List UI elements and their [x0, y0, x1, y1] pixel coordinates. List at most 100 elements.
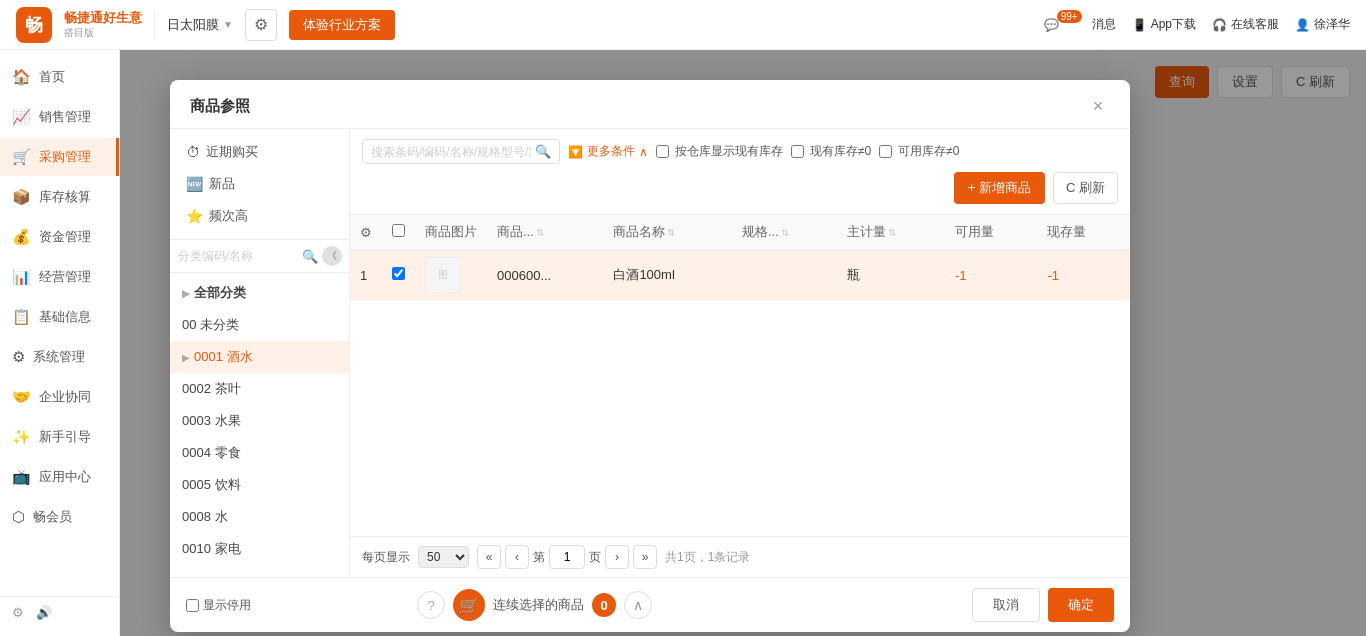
spec-sort-icon[interactable]: ⇅ — [781, 227, 789, 238]
sidebar-label-enterprise: 企业协同 — [39, 388, 91, 406]
available-stock-checkbox[interactable] — [879, 145, 892, 158]
new-product-label: 新品 — [209, 175, 235, 193]
help-button[interactable]: ? — [417, 591, 445, 619]
company-selector[interactable]: 日太阳膜 ▼ — [167, 16, 233, 34]
table-settings-icon[interactable]: ⚙ — [360, 225, 372, 240]
table-row[interactable]: 1 图 000600... 白酒100ml 瓶 -1 — [350, 250, 1130, 301]
sidebar-item-guide[interactable]: ✨ 新手引导 — [0, 418, 119, 456]
sidebar-item-sales[interactable]: 📈 销售管理 — [0, 98, 119, 136]
td-name: 白酒100ml — [603, 250, 732, 301]
sidebar-item-member[interactable]: ⬡ 畅会员 — [0, 498, 119, 536]
cancel-button[interactable]: 取消 — [972, 588, 1040, 622]
category-all[interactable]: ▶ 全部分类 — [170, 277, 349, 309]
high-frequency-label: 频次高 — [209, 207, 248, 225]
sidebar-item-enterprise[interactable]: 🤝 企业协同 — [0, 378, 119, 416]
navbar-right: 💬 99+ 消息 📱 App下载 🎧 在线客服 👤 徐泽华 — [1044, 16, 1350, 33]
available-stock-label: 可用库存≠0 — [898, 143, 959, 160]
selector-arrow-icon: ▼ — [223, 19, 233, 30]
service-icon: 🎧 — [1212, 18, 1227, 32]
category-search-input[interactable] — [178, 249, 298, 263]
sidebar-item-inventory[interactable]: 📦 库存核算 — [0, 178, 119, 216]
sales-icon: 📈 — [12, 108, 31, 126]
warehouse-filter-checkbox[interactable] — [656, 145, 669, 158]
prev-page-button[interactable]: ‹ — [505, 545, 529, 569]
settings-gear-icon[interactable]: ⚙ — [245, 9, 277, 41]
per-page-label: 每页显示 — [362, 549, 410, 566]
filter-arrow-icon: ∧ — [639, 145, 648, 159]
navbar: 畅 畅捷通好生意 搭目版 日太阳膜 ▼ ⚙ 体验行业方案 💬 99+ 消息 📱 … — [0, 0, 1366, 50]
product-table: ⚙ 商品图片 商品...⇅ 商品名称⇅ 规格...⇅ 主计量⇅ 可用量 现存量 — [350, 215, 1130, 301]
category-water[interactable]: 0008 水 — [170, 501, 349, 533]
sidebar-item-home[interactable]: 🏠 首页 — [0, 58, 119, 96]
service-label: 在线客服 — [1231, 16, 1279, 33]
new-product-btn[interactable]: 🆕 新品 — [178, 169, 341, 199]
product-search-icon[interactable]: 🔍 — [535, 144, 551, 159]
last-page-button[interactable]: » — [633, 545, 657, 569]
current-stock-checkbox[interactable] — [791, 145, 804, 158]
current-page-input[interactable] — [549, 545, 585, 569]
product-search-input[interactable] — [371, 145, 531, 159]
next-page-button[interactable]: › — [605, 545, 629, 569]
all-cat-arrow-icon: ▶ — [182, 288, 190, 299]
category-unclassified[interactable]: 00 未分类 — [170, 309, 349, 341]
collapse-button[interactable]: 《 — [322, 246, 342, 266]
user-profile-btn[interactable]: 👤 徐泽华 — [1295, 16, 1350, 33]
modal-close-button[interactable]: × — [1086, 94, 1110, 118]
th-check — [382, 215, 415, 250]
show-disabled-checkbox[interactable] — [186, 599, 199, 612]
company-name: 日太阳膜 — [167, 16, 219, 34]
category-appliance-label: 0010 家电 — [182, 540, 241, 558]
fold-button[interactable]: ∧ — [624, 591, 652, 619]
customer-service-btn[interactable]: 🎧 在线客服 — [1212, 16, 1279, 33]
message-icon: 💬 — [1044, 18, 1059, 32]
category-liquor[interactable]: ▶ 0001 酒水 — [170, 341, 349, 373]
settings-bottom-icon[interactable]: ⚙ — [12, 605, 24, 620]
th-name: 商品名称⇅ — [603, 215, 732, 250]
category-snacks[interactable]: 0004 零食 — [170, 437, 349, 469]
recent-purchase-btn[interactable]: ⏱ 近期购买 — [178, 137, 341, 167]
sidebar-item-finance[interactable]: 💰 资金管理 — [0, 218, 119, 256]
sidebar-item-purchase[interactable]: 🛒 采购管理 — [0, 138, 119, 176]
category-tea[interactable]: 0002 茶叶 — [170, 373, 349, 405]
row-checkbox[interactable] — [392, 267, 405, 280]
user-name: 徐泽华 — [1314, 16, 1350, 33]
continuous-select-label: 连续选择的商品 — [493, 596, 584, 614]
name-sort-icon[interactable]: ⇅ — [667, 227, 675, 238]
confirm-button[interactable]: 确定 — [1048, 588, 1114, 622]
category-search-icon[interactable]: 🔍 — [302, 249, 318, 264]
trial-button[interactable]: 体验行业方案 — [289, 10, 395, 40]
td-available: -1 — [945, 250, 1038, 301]
app-download-btn[interactable]: 📱 App下载 — [1132, 16, 1196, 33]
enterprise-icon: 🤝 — [12, 388, 31, 406]
messages-btn[interactable]: 💬 99+ 消息 — [1044, 16, 1116, 33]
table-body: 1 图 000600... 白酒100ml 瓶 -1 — [350, 250, 1130, 301]
more-filter-button[interactable]: 🔽 更多条件 ∧ — [568, 143, 648, 160]
high-frequency-btn[interactable]: ⭐ 频次高 — [178, 201, 341, 231]
purchase-icon: 🛒 — [12, 148, 31, 166]
th-available: 可用量 — [945, 215, 1038, 250]
main-layout: 🏠 首页 📈 销售管理 🛒 采购管理 📦 库存核算 💰 资金管理 📊 经营管理 … — [0, 50, 1366, 636]
code-sort-icon[interactable]: ⇅ — [536, 227, 544, 238]
page-suffix: 页 — [589, 549, 601, 566]
unit-sort-icon[interactable]: ⇅ — [888, 227, 896, 238]
sidebar-item-basic-info[interactable]: 📋 基础信息 — [0, 298, 119, 336]
category-drinks[interactable]: 0005 饮料 — [170, 469, 349, 501]
per-page-select[interactable]: 50 20 100 — [418, 546, 469, 568]
sidebar-item-operations[interactable]: 📊 经营管理 — [0, 258, 119, 296]
category-appliance[interactable]: 0010 家电 — [170, 533, 349, 565]
category-fruit-label: 0003 水果 — [182, 412, 241, 430]
cart-icon-button[interactable]: 🛒 — [453, 589, 485, 621]
add-product-button[interactable]: + 新增商品 — [954, 172, 1045, 204]
pagination-bar: 每页显示 50 20 100 « ‹ 第 页 › — [350, 536, 1130, 577]
sidebar-item-apps[interactable]: 📺 应用中心 — [0, 458, 119, 496]
sidebar-label-guide: 新手引导 — [39, 428, 91, 446]
brand: 畅捷通好生意 搭目版 — [64, 10, 142, 40]
sidebar-item-system[interactable]: ⚙ 系统管理 — [0, 338, 119, 376]
sound-icon[interactable]: 🔊 — [36, 605, 52, 620]
product-lookup-modal: 商品参照 × ⏱ 近期购买 🆕 新品 — [170, 80, 1130, 632]
first-page-button[interactable]: « — [477, 545, 501, 569]
category-fruit[interactable]: 0003 水果 — [170, 405, 349, 437]
apps-icon: 📺 — [12, 468, 31, 486]
refresh-button[interactable]: C 刷新 — [1053, 172, 1118, 204]
select-all-checkbox[interactable] — [392, 224, 405, 237]
